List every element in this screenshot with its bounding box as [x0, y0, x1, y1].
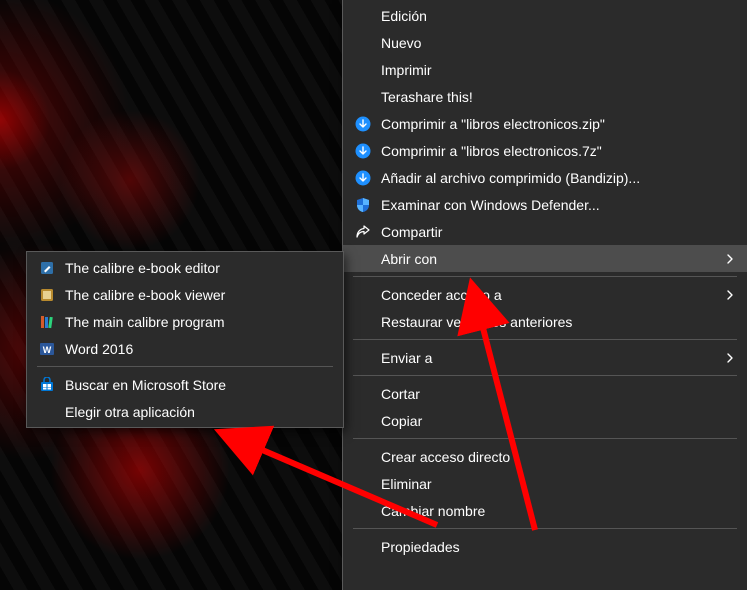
sub_menu-separator	[37, 366, 333, 367]
main_menu-item[interactable]: Crear acceso directo	[343, 443, 747, 470]
main_menu-item[interactable]: Cortar	[343, 380, 747, 407]
main_menu-separator	[353, 528, 737, 529]
menu-item-label: Crear acceso directo	[381, 449, 735, 465]
menu-item-label: Cambiar nombre	[381, 503, 735, 519]
menu-item-label: The calibre e-book editor	[65, 260, 331, 276]
main_menu-item[interactable]: Terashare this!	[343, 83, 747, 110]
menu-item-label: Edición	[381, 8, 735, 24]
sub_menu-item[interactable]: W Word 2016	[27, 335, 343, 362]
bandizip-icon	[351, 116, 375, 132]
sub_menu-item[interactable]: Buscar en Microsoft Store	[27, 371, 343, 398]
main_menu-item[interactable]: Comprimir a "libros electronicos.zip"	[343, 110, 747, 137]
main_menu-item[interactable]: Enviar a	[343, 344, 747, 371]
main_menu-item[interactable]: Conceder acceso a	[343, 281, 747, 308]
bandizip-icon	[351, 143, 375, 159]
calibre-view-icon	[35, 287, 59, 303]
chevron-right-icon	[705, 287, 735, 303]
menu-item-label: Comprimir a "libros electronicos.zip"	[381, 116, 735, 132]
main_menu-item[interactable]: Restaurar versiones anteriores	[343, 308, 747, 335]
menu-item-label: Nuevo	[381, 35, 735, 51]
sub_menu-item[interactable]: Elegir otra aplicación	[27, 398, 343, 425]
main_menu-separator	[353, 438, 737, 439]
main_menu-item[interactable]: Comprimir a "libros electronicos.7z"	[343, 137, 747, 164]
menu-item-label: Cortar	[381, 386, 735, 402]
svg-text:W: W	[43, 345, 52, 355]
calibre-edit-icon	[35, 260, 59, 276]
menu-item-label: The calibre e-book viewer	[65, 287, 331, 303]
share-icon	[351, 224, 375, 240]
bandizip-icon	[351, 170, 375, 186]
sub_menu-item[interactable]: The calibre e-book editor	[27, 254, 343, 281]
menu-item-label: Propiedades	[381, 539, 735, 555]
context-menu-open-with: The calibre e-book editor The calibre e-b…	[26, 251, 344, 428]
main_menu-item[interactable]: Abrir con	[343, 245, 747, 272]
menu-item-label: Eliminar	[381, 476, 735, 492]
context-menu-main: Edición Nuevo Imprimir Terashare this! Compr…	[342, 0, 747, 590]
menu-item-label: Conceder acceso a	[381, 287, 705, 303]
main_menu-item[interactable]: Compartir	[343, 218, 747, 245]
main_menu-item[interactable]: Nuevo	[343, 29, 747, 56]
sub_menu-item[interactable]: The main calibre program	[27, 308, 343, 335]
menu-item-label: Examinar con Windows Defender...	[381, 197, 735, 213]
main_menu-separator	[353, 375, 737, 376]
chevron-right-icon	[705, 350, 735, 366]
calibre-main-icon	[35, 314, 59, 330]
main_menu-item[interactable]: Imprimir	[343, 56, 747, 83]
sub_menu-item[interactable]: The calibre e-book viewer	[27, 281, 343, 308]
main_menu-item[interactable]: Cambiar nombre	[343, 497, 747, 524]
menu-item-label: Abrir con	[381, 251, 705, 267]
main_menu-item[interactable]: Copiar	[343, 407, 747, 434]
menu-item-label: Imprimir	[381, 62, 735, 78]
menu-item-label: Word 2016	[65, 341, 331, 357]
menu-item-label: Restaurar versiones anteriores	[381, 314, 735, 330]
chevron-right-icon	[705, 251, 735, 267]
store-icon	[35, 377, 59, 393]
main_menu-item[interactable]: Eliminar	[343, 470, 747, 497]
main_menu-separator	[353, 276, 737, 277]
main_menu-item[interactable]: Propiedades	[343, 533, 747, 560]
word-icon: W	[35, 341, 59, 357]
menu-item-label: Copiar	[381, 413, 735, 429]
menu-item-label: Añadir al archivo comprimido (Bandizip).…	[381, 170, 735, 186]
main_menu-item[interactable]: Añadir al archivo comprimido (Bandizip).…	[343, 164, 747, 191]
menu-item-label: The main calibre program	[65, 314, 331, 330]
main_menu-item[interactable]: Examinar con Windows Defender...	[343, 191, 747, 218]
main_menu-separator	[353, 339, 737, 340]
main_menu-item[interactable]: Edición	[343, 2, 747, 29]
menu-item-label: Compartir	[381, 224, 735, 240]
defender-icon	[351, 197, 375, 213]
menu-item-label: Terashare this!	[381, 89, 735, 105]
menu-item-label: Elegir otra aplicación	[65, 404, 331, 420]
menu-item-label: Buscar en Microsoft Store	[65, 377, 331, 393]
menu-item-label: Comprimir a "libros electronicos.7z"	[381, 143, 735, 159]
menu-item-label: Enviar a	[381, 350, 705, 366]
